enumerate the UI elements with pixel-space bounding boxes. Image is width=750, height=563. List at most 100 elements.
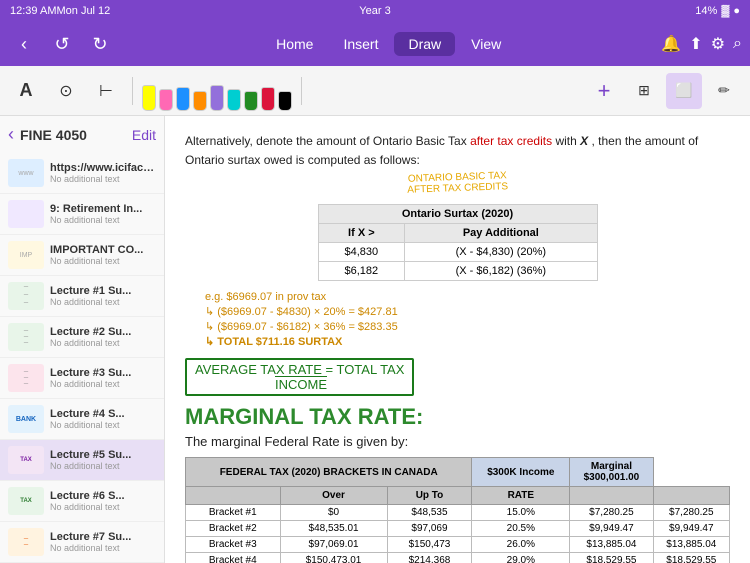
- sidebar-item-sub-5: No additional text: [50, 379, 156, 389]
- sidebar-item-2[interactable]: IMP IMPORTANT CO... No additional text: [0, 235, 164, 276]
- add-button[interactable]: +: [586, 73, 622, 109]
- lasso-button[interactable]: ⊙: [48, 73, 84, 109]
- bell-icon[interactable]: 🔔: [661, 34, 681, 54]
- redo-button[interactable]: ↻: [84, 28, 116, 60]
- orange-pen-swatch[interactable]: [193, 91, 207, 111]
- example-line-2: ↳ ($6969.07 - $6182) × 36% = $283.35: [185, 320, 730, 333]
- federal-row-0: Bracket #1 $0 $48,535 15.0% $7,280.25 $7…: [186, 505, 730, 521]
- blue-pen-swatch[interactable]: [176, 87, 190, 111]
- view-toggle-button[interactable]: ⊞: [626, 73, 662, 109]
- col-header-bracket: [186, 487, 281, 505]
- black-pen-swatch[interactable]: [278, 91, 292, 111]
- rate-3: 29.0%: [472, 553, 570, 563]
- time-display: 12:39 AM: [10, 5, 56, 17]
- sidebar-item-8[interactable]: TAX Lecture #6 S... No additional text: [0, 481, 164, 522]
- sidebar-item-text-7: Lecture #5 Su... No additional text: [50, 449, 156, 471]
- sidebar-item-title-1: 9: Retirement In...: [50, 203, 156, 215]
- sidebar-item-title-3: Lecture #1 Su...: [50, 285, 156, 297]
- sidebar-item-0[interactable]: www https://www.icifactbo... No addition…: [0, 153, 164, 194]
- status-bar: 12:39 AM Mon Jul 12 Year 3 14% ▓ ●: [0, 0, 750, 22]
- sidebar-item-text-6: Lecture #4 S... No additional text: [50, 408, 156, 430]
- sidebar-item-title-6: Lecture #4 S...: [50, 408, 156, 420]
- tab-home[interactable]: Home: [262, 32, 327, 56]
- settings-icon[interactable]: ⚙: [711, 34, 725, 54]
- battery-display: 14%: [695, 5, 717, 17]
- sidebar-item-text-8: Lecture #6 S... No additional text: [50, 490, 156, 512]
- over-0: $0: [280, 505, 387, 521]
- sidebar-thumb-6: BANK: [8, 405, 44, 433]
- share-icon[interactable]: ⬆: [689, 34, 702, 54]
- sidebar-thumb-3: ───: [8, 282, 44, 310]
- sidebar-item-title-7: Lecture #5 Su...: [50, 449, 156, 461]
- notebook-title: Year 3: [359, 5, 390, 17]
- sidebar-item-7[interactable]: TAX Lecture #5 Su... No additional text: [0, 440, 164, 481]
- page-view-button[interactable]: ⬜: [666, 73, 702, 109]
- ruler-button[interactable]: ⊢: [88, 73, 124, 109]
- upto-0: $48,535: [387, 505, 472, 521]
- sidebar-item-sub-7: No additional text: [50, 461, 156, 471]
- federal-subtitle: The marginal Federal Rate is given by:: [185, 434, 730, 449]
- teal-pen-swatch[interactable]: [227, 89, 241, 111]
- sidebar-item-text-3: Lecture #1 Su... No additional text: [50, 285, 156, 307]
- avg-rate-label: AVERAGE TAX RATE = TOTAL TAX INCOME: [185, 358, 414, 396]
- sidebar: ‹ FINE 4050 Edit www https://www.icifact…: [0, 116, 165, 563]
- federal-row-3: Bracket #4 $150,473.01 $214,368 29.0% $1…: [186, 553, 730, 563]
- example-line-1: ↳ ($6969.07 - $4830) × 20% = $427.81: [185, 305, 730, 318]
- sidebar-item-text-5: Lecture #3 Su... No additional text: [50, 367, 156, 389]
- sidebar-item-6[interactable]: BANK Lecture #4 S... No additional text: [0, 399, 164, 440]
- sidebar-thumb-8: TAX: [8, 487, 44, 515]
- sidebar-item-title-8: Lecture #6 S...: [50, 490, 156, 502]
- sidebar-item-sub-6: No additional text: [50, 420, 156, 430]
- tab-insert[interactable]: Insert: [329, 32, 392, 56]
- sidebar-edit-button[interactable]: Edit: [132, 127, 156, 143]
- sidebar-item-title-2: IMPORTANT CO...: [50, 244, 156, 256]
- undo-button[interactable]: ↺: [46, 28, 78, 60]
- search-icon[interactable]: ⌕: [733, 35, 742, 53]
- surtax-title: Ontario Surtax (2020): [318, 205, 597, 224]
- sidebar-item-3[interactable]: ─── Lecture #1 Su... No additional text: [0, 276, 164, 317]
- nav-right-icons: 🔔 ⬆ ⚙ ⌕: [661, 34, 742, 54]
- example-line-0: e.g. $6969.07 in prov tax: [185, 291, 730, 303]
- federal-row-1: Bracket #2 $48,535.01 $97,069 20.5% $9,9…: [186, 521, 730, 537]
- after-tax-text: after tax credits: [470, 134, 552, 148]
- doc-area: Alternatively, denote the amount of Onta…: [165, 116, 750, 563]
- avg-rate-numerator: AVERAGE TAX RATE = TOTAL TAX: [195, 362, 404, 377]
- sidebar-thumb-2: IMP: [8, 241, 44, 269]
- surtax-cell-0-1: (X - $4,830) (20%): [405, 243, 597, 262]
- col-header-income2: [570, 487, 653, 505]
- back-button[interactable]: ‹: [8, 28, 40, 60]
- intro-text: Alternatively, denote the amount of Onta…: [185, 134, 467, 148]
- sidebar-item-sub-0: No additional text: [50, 174, 156, 184]
- over-3: $150,473.01: [280, 553, 387, 563]
- battery-icon: ▓: [721, 5, 729, 17]
- font-button[interactable]: A: [8, 73, 44, 109]
- sidebar-thumb-9: ──: [8, 528, 44, 556]
- sidebar-item-9[interactable]: ── Lecture #7 Su... No additional text: [0, 522, 164, 563]
- green-pen-swatch[interactable]: [244, 91, 258, 111]
- surtax-row-0: $4,830 (X - $4,830) (20%): [318, 243, 597, 262]
- example-section: e.g. $6969.07 in prov tax ↳ ($6969.07 - …: [185, 291, 730, 348]
- red-pen-swatch[interactable]: [261, 87, 275, 111]
- tab-draw[interactable]: Draw: [394, 32, 455, 56]
- col-header-over: Over: [280, 487, 387, 505]
- sidebar-item-5[interactable]: ─── Lecture #3 Su... No additional text: [0, 358, 164, 399]
- sidebar-item-4[interactable]: ─── Lecture #2 Su... No additional text: [0, 317, 164, 358]
- bracket-label-1: Bracket #2: [186, 521, 281, 537]
- income-1: $9,949.47: [570, 521, 653, 537]
- pen-tool-button[interactable]: ✏: [706, 73, 742, 109]
- wifi-icon: ●: [733, 5, 740, 17]
- surtax-cell-1-0: $6,182: [318, 262, 405, 281]
- sidebar-item-sub-9: No additional text: [50, 543, 156, 553]
- purple-pen-swatch[interactable]: [210, 85, 224, 111]
- draw-toolbar: A ⊙ ⊢ + ⊞ ⬜ ✏: [0, 66, 750, 116]
- avg-rate-denominator: INCOME: [275, 377, 327, 392]
- tab-view[interactable]: View: [457, 32, 515, 56]
- yellow-pen-swatch[interactable]: [142, 85, 156, 111]
- sidebar-item-sub-2: No additional text: [50, 256, 156, 266]
- sidebar-back-button[interactable]: ‹: [8, 124, 14, 145]
- sidebar-item-sub-4: No additional text: [50, 338, 156, 348]
- surtax-header-1: Pay Additional: [405, 224, 597, 243]
- pink-pen-swatch[interactable]: [159, 89, 173, 111]
- rate-1: 20.5%: [472, 521, 570, 537]
- sidebar-item-1[interactable]: 9: Retirement In... No additional text: [0, 194, 164, 235]
